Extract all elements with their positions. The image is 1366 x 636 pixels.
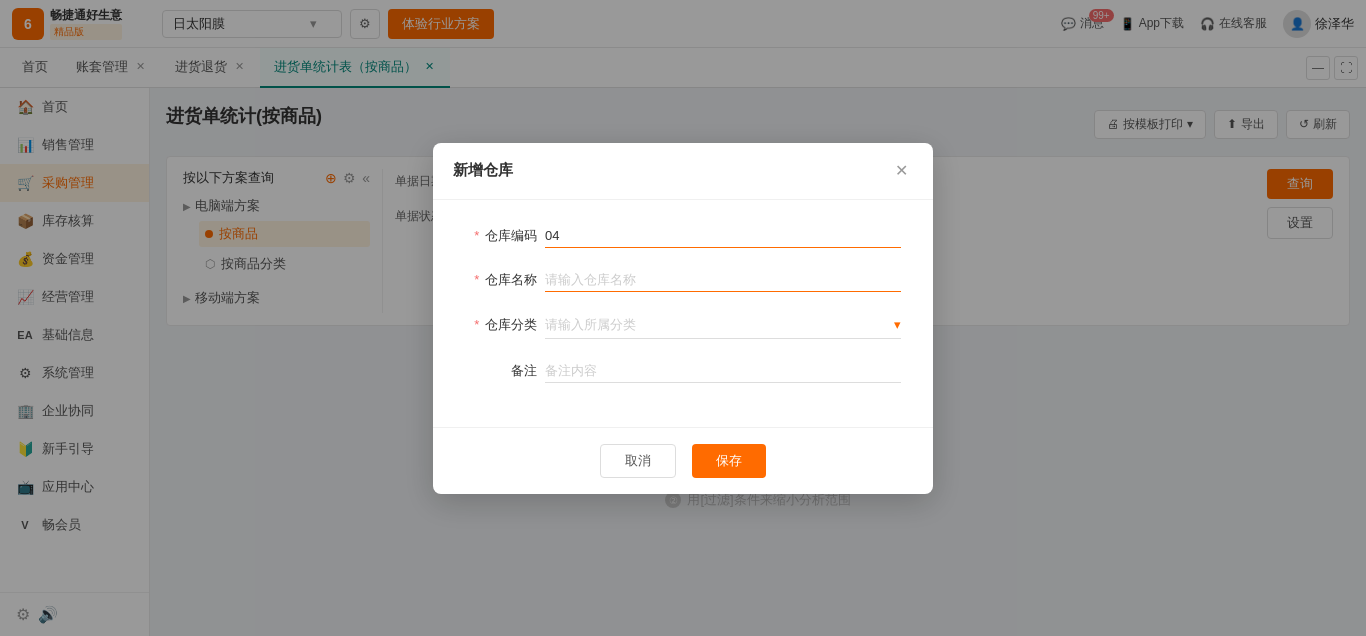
form-row-name: * 仓库名称 <box>465 268 901 292</box>
form-row-remark: 备注 <box>465 359 901 383</box>
required-mark-category: * <box>474 317 479 332</box>
warehouse-name-input[interactable] <box>545 268 901 292</box>
remark-input[interactable] <box>545 359 901 383</box>
cancel-button[interactable]: 取消 <box>600 444 676 478</box>
category-select[interactable]: 请输入所属分类 ▾ <box>545 312 901 339</box>
required-mark-name: * <box>474 272 479 287</box>
modal-body: * 仓库编码 * 仓库名称 * 仓库分类 请输入所属 <box>433 200 933 427</box>
modal-header: 新增仓库 ✕ <box>433 143 933 200</box>
category-arrow-icon: ▾ <box>894 317 901 332</box>
modal-title: 新增仓库 <box>453 161 513 180</box>
modal-close-button[interactable]: ✕ <box>889 159 913 183</box>
modal-footer: 取消 保存 <box>433 427 933 494</box>
category-label: * 仓库分类 <box>465 316 545 334</box>
save-button[interactable]: 保存 <box>692 444 766 478</box>
warehouse-code-input[interactable] <box>545 224 901 248</box>
code-label: * 仓库编码 <box>465 227 545 245</box>
category-placeholder: 请输入所属分类 <box>545 316 894 334</box>
form-row-code: * 仓库编码 <box>465 224 901 248</box>
remark-label: 备注 <box>465 362 545 380</box>
required-mark-code: * <box>474 228 479 243</box>
name-label: * 仓库名称 <box>465 271 545 289</box>
modal-overlay: 新增仓库 ✕ * 仓库编码 * 仓库名称 <box>0 0 1366 636</box>
new-warehouse-modal: 新增仓库 ✕ * 仓库编码 * 仓库名称 <box>433 143 933 494</box>
form-row-category: * 仓库分类 请输入所属分类 ▾ <box>465 312 901 339</box>
